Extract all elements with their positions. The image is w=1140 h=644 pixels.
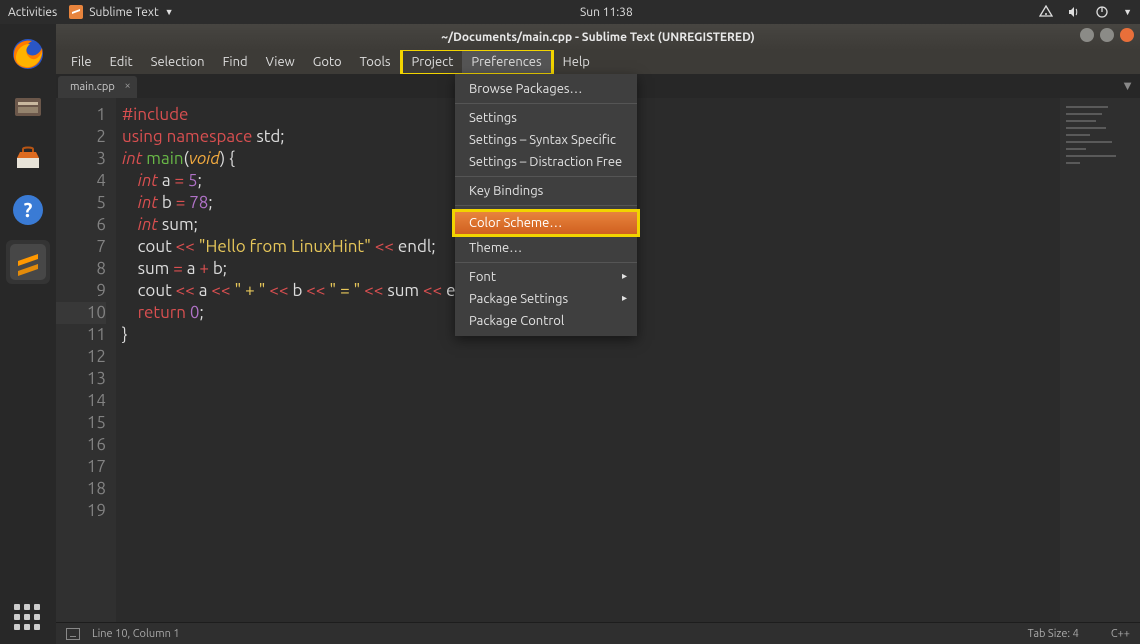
dock-files[interactable] <box>6 84 50 128</box>
menuitem[interactable]: Settings – Syntax Specific <box>455 129 637 151</box>
activities-button[interactable]: Activities <box>8 6 57 19</box>
cursor-position: Line 10, Column 1 <box>92 628 180 640</box>
status-bar: Line 10, Column 1 Tab Size: 4 C++ <box>56 622 1140 644</box>
menu-tools[interactable]: Tools <box>351 51 400 73</box>
menu-separator <box>455 176 637 177</box>
line-gutter: 12345678910111213141516171819 <box>56 98 116 622</box>
dock-firefox[interactable] <box>6 32 50 76</box>
menuitem[interactable]: Theme… <box>455 237 637 259</box>
show-apps-button[interactable] <box>14 604 40 630</box>
menu-file[interactable]: File <box>62 51 101 73</box>
syntax-mode[interactable]: C++ <box>1111 628 1130 640</box>
menu-find[interactable]: Find <box>214 51 257 73</box>
menuitem[interactable]: Settings – Distraction Free <box>455 151 637 173</box>
app-menu-label: Sublime Text <box>89 6 158 19</box>
menuitem[interactable]: Browse Packages… <box>455 78 637 100</box>
tab-main-cpp[interactable]: main.cpp × <box>58 76 137 98</box>
gnome-top-bar: Activities Sublime Text ▼ Sun 11:38 ▼ <box>0 0 1140 24</box>
minimap[interactable] <box>1060 98 1140 622</box>
menu-project[interactable]: Project <box>403 51 463 73</box>
volume-icon <box>1067 5 1081 19</box>
maximize-button[interactable] <box>1100 28 1114 42</box>
menuitem[interactable]: Package Control <box>455 310 637 332</box>
menu-help[interactable]: Help <box>554 51 599 73</box>
chevron-down-icon: ▼ <box>165 7 174 17</box>
preferences-menu: Browse Packages… SettingsSettings – Synta… <box>455 74 637 336</box>
menuitem[interactable]: Package Settings <box>455 288 637 310</box>
tab-close-icon[interactable]: × <box>125 80 131 92</box>
minimize-button[interactable] <box>1080 28 1094 42</box>
sublime-small-icon <box>69 5 83 19</box>
menuitem[interactable]: Settings <box>455 107 637 129</box>
tab-label: main.cpp <box>70 81 115 93</box>
window-titlebar: ~/Documents/main.cpp - Sublime Text (UNR… <box>56 24 1140 50</box>
menu-separator <box>455 262 637 263</box>
panel-switch-icon[interactable] <box>66 628 80 640</box>
dock-software[interactable] <box>6 136 50 180</box>
system-tray[interactable]: ▼ <box>1039 5 1132 19</box>
dock-help[interactable]: ? <box>6 188 50 232</box>
menuitem[interactable]: Key Bindings <box>455 180 637 202</box>
menu-goto[interactable]: Goto <box>304 51 351 73</box>
annotation-highlight: Project Preferences <box>400 48 554 76</box>
tab-size[interactable]: Tab Size: 4 <box>1028 628 1079 640</box>
dock-sublime[interactable] <box>6 240 50 284</box>
menu-edit[interactable]: Edit <box>101 51 142 73</box>
menu-selection[interactable]: Selection <box>142 51 214 73</box>
ubuntu-dock: ? <box>0 24 56 644</box>
menuitem[interactable]: Font <box>455 266 637 288</box>
power-icon <box>1095 5 1109 19</box>
menu-view[interactable]: View <box>257 51 304 73</box>
svg-text:?: ? <box>24 198 33 221</box>
menu-preferences[interactable]: Preferences <box>462 51 550 73</box>
clock[interactable]: Sun 11:38 <box>580 6 633 19</box>
tab-dropdown-icon[interactable]: ▼ <box>1121 78 1134 93</box>
menuitem-color-scheme[interactable]: Color Scheme… <box>455 212 637 234</box>
annotation-highlight: Color Scheme… <box>452 209 640 237</box>
menu-separator <box>455 205 637 206</box>
window-title: ~/Documents/main.cpp - Sublime Text (UNR… <box>441 31 754 44</box>
network-icon <box>1039 5 1053 19</box>
menu-separator <box>455 103 637 104</box>
close-button[interactable] <box>1120 28 1134 42</box>
menubar: File Edit Selection Find View Goto Tools… <box>56 50 1140 74</box>
app-menu[interactable]: Sublime Text ▼ <box>69 5 173 19</box>
chevron-down-icon: ▼ <box>1123 7 1132 17</box>
